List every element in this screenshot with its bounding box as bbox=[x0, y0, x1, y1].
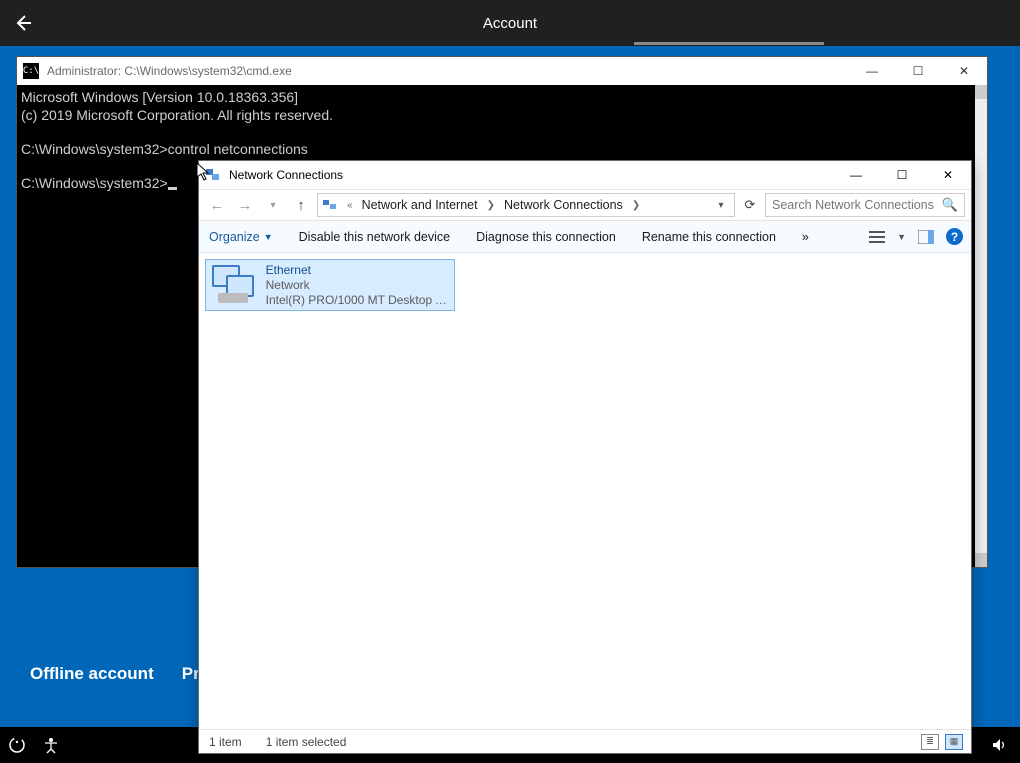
explorer-close-button[interactable]: ✕ bbox=[925, 161, 971, 189]
nav-up-button[interactable]: ↑ bbox=[289, 193, 313, 217]
help-icon[interactable]: ? bbox=[946, 228, 963, 245]
explorer-title-text: Network Connections bbox=[229, 168, 343, 182]
search-icon[interactable]: 🔍 bbox=[942, 197, 958, 213]
back-button[interactable] bbox=[0, 0, 46, 46]
preview-pane-button[interactable] bbox=[916, 227, 936, 247]
toolbar-overflow-button[interactable]: » bbox=[802, 230, 809, 244]
oobe-bottom-links: Offline account Priv bbox=[30, 664, 214, 684]
search-input[interactable]: Search Network Connections 🔍 bbox=[765, 193, 965, 217]
explorer-toolbar: Organize ▼ Disable this network device D… bbox=[199, 221, 971, 253]
cmd-titlebar[interactable]: C:\ Administrator: C:\Windows\system32\c… bbox=[17, 57, 987, 85]
scrollbar-down-icon[interactable] bbox=[975, 553, 987, 567]
organize-menu[interactable]: Organize ▼ bbox=[209, 230, 273, 244]
cmd-prompt: C:\Windows\system32> bbox=[21, 141, 168, 157]
details-view-button[interactable]: ≣ bbox=[921, 734, 939, 750]
scrollbar-up-icon[interactable] bbox=[975, 85, 987, 99]
breadcrumb-parent[interactable]: Network and Internet bbox=[362, 198, 478, 212]
oobe-title: Account bbox=[0, 15, 1020, 32]
address-history-dropdown[interactable]: ▾ bbox=[712, 200, 730, 211]
status-item-count: 1 item bbox=[209, 735, 242, 749]
network-connections-window[interactable]: Network Connections — ☐ ✕ ← → ▾ ↑ « Netw… bbox=[198, 160, 972, 754]
cmd-minimize-button[interactable]: — bbox=[849, 57, 895, 85]
view-options-button[interactable] bbox=[867, 227, 887, 247]
chevron-down-icon: ▼ bbox=[264, 232, 273, 242]
diagnose-connection-button[interactable]: Diagnose this connection bbox=[476, 230, 616, 244]
ease-of-access-icon[interactable] bbox=[0, 727, 34, 763]
offline-account-link[interactable]: Offline account bbox=[30, 664, 154, 684]
nav-recent-dropdown[interactable]: ▾ bbox=[261, 193, 285, 217]
nav-back-button[interactable]: ← bbox=[205, 193, 229, 217]
breadcrumb-current[interactable]: Network Connections bbox=[504, 198, 623, 212]
ethernet-adapter-icon bbox=[212, 265, 256, 305]
network-connections-icon bbox=[205, 167, 221, 183]
organize-label: Organize bbox=[209, 230, 260, 244]
adapter-name: Ethernet bbox=[266, 263, 448, 278]
accessibility-icon[interactable] bbox=[34, 727, 68, 763]
oobe-tab-underline bbox=[634, 42, 824, 45]
adapter-hardware: Intel(R) PRO/1000 MT Desktop Ad... bbox=[266, 293, 448, 308]
rename-connection-button[interactable]: Rename this connection bbox=[642, 230, 776, 244]
volume-icon[interactable] bbox=[982, 727, 1016, 763]
cmd-close-button[interactable]: ✕ bbox=[941, 57, 987, 85]
disable-device-button[interactable]: Disable this network device bbox=[299, 230, 450, 244]
explorer-status-bar: 1 item 1 item selected ≣ ▦ bbox=[199, 729, 971, 753]
refresh-button[interactable]: ⟳ bbox=[739, 193, 761, 217]
cmd-scrollbar[interactable] bbox=[975, 85, 987, 567]
oobe-header: Account bbox=[0, 0, 1020, 46]
address-box[interactable]: « Network and Internet ❯ Network Connect… bbox=[317, 193, 735, 217]
chevron-right-icon[interactable]: ❯ bbox=[628, 200, 644, 211]
explorer-maximize-button[interactable]: ☐ bbox=[879, 161, 925, 189]
network-adapter-item[interactable]: Ethernet Network Intel(R) PRO/1000 MT De… bbox=[205, 259, 455, 311]
explorer-minimize-button[interactable]: — bbox=[833, 161, 879, 189]
tiles-view-button[interactable]: ▦ bbox=[945, 734, 963, 750]
cmd-maximize-button[interactable]: ☐ bbox=[895, 57, 941, 85]
network-adapter-text: Ethernet Network Intel(R) PRO/1000 MT De… bbox=[266, 263, 448, 308]
cmd-line: Microsoft Windows [Version 10.0.18363.35… bbox=[21, 89, 298, 105]
cmd-prompt: C:\Windows\system32> bbox=[21, 175, 168, 191]
nav-forward-button[interactable]: → bbox=[233, 193, 257, 217]
cmd-title-text: Administrator: C:\Windows\system32\cmd.e… bbox=[47, 64, 292, 78]
search-placeholder: Search Network Connections bbox=[772, 198, 934, 212]
network-folder-icon bbox=[322, 197, 338, 213]
explorer-titlebar[interactable]: Network Connections — ☐ ✕ bbox=[199, 161, 971, 189]
chevron-down-icon[interactable]: ▼ bbox=[897, 232, 906, 242]
cmd-cursor bbox=[168, 187, 177, 190]
explorer-address-bar: ← → ▾ ↑ « Network and Internet ❯ Network… bbox=[199, 189, 971, 221]
chevron-right-icon[interactable]: ❯ bbox=[483, 200, 499, 211]
cmd-command: control netconnections bbox=[168, 141, 308, 157]
status-selected-count: 1 item selected bbox=[266, 735, 347, 749]
explorer-content[interactable]: Ethernet Network Intel(R) PRO/1000 MT De… bbox=[199, 253, 971, 729]
cmd-icon: C:\ bbox=[23, 63, 39, 79]
cmd-line: (c) 2019 Microsoft Corporation. All righ… bbox=[21, 107, 333, 123]
breadcrumb-prefix: « bbox=[343, 200, 357, 211]
adapter-status: Network bbox=[266, 278, 448, 293]
